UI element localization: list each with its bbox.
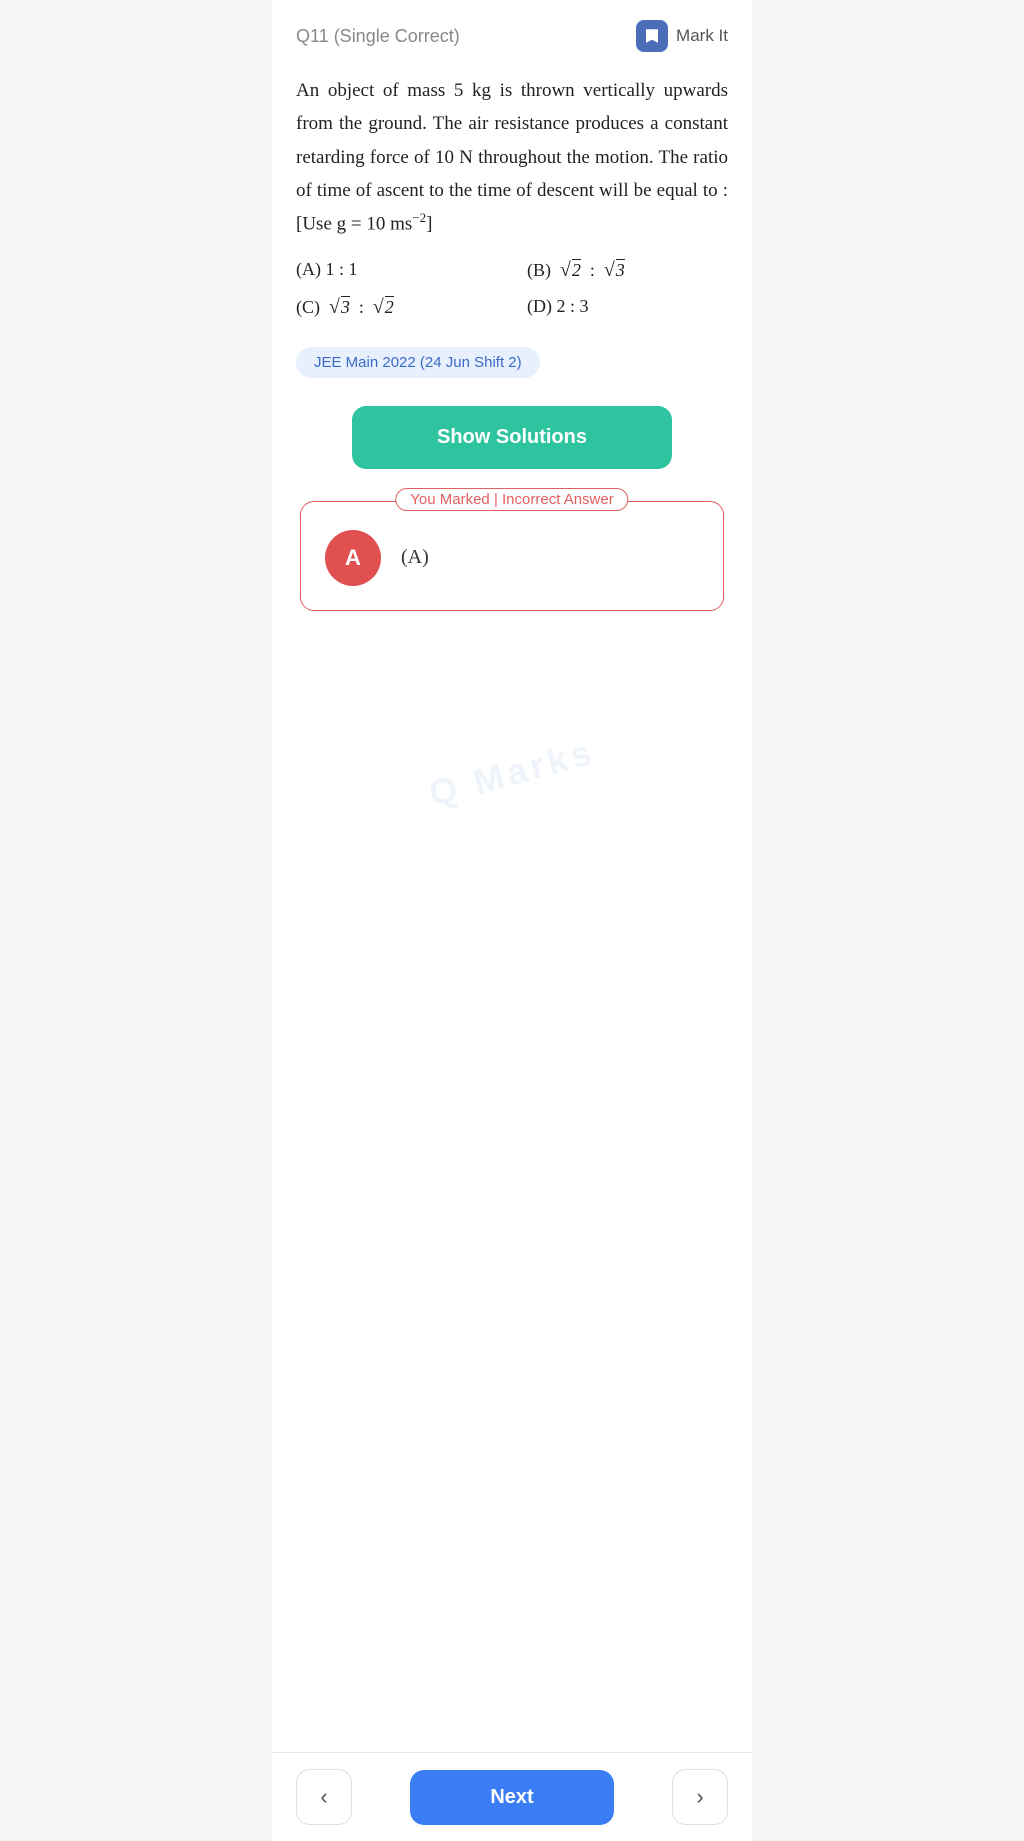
- question-header: Q11 (Single Correct) Mark It: [296, 20, 728, 52]
- option-b-math1: √2: [560, 259, 581, 282]
- bottom-nav: ‹ Next ›: [272, 1752, 752, 1841]
- option-d: (D) 2 : 3: [527, 296, 728, 319]
- prev-button[interactable]: ‹: [296, 1769, 352, 1825]
- marked-section: You Marked | Incorrect Answer A (A): [300, 501, 724, 611]
- option-c-label: (C) √3 : √2: [296, 297, 394, 317]
- option-a: (A) 1 : 1: [296, 259, 497, 282]
- exam-tag: JEE Main 2022 (24 Jun Shift 2): [296, 347, 728, 406]
- mark-it-button[interactable]: Mark It: [636, 20, 728, 52]
- next-icon: ›: [696, 1784, 703, 1810]
- next-arrow-button[interactable]: ›: [672, 1769, 728, 1825]
- next-button[interactable]: Next: [410, 1770, 613, 1825]
- option-c-math2: √2: [373, 296, 394, 319]
- option-c: (C) √3 : √2: [296, 296, 497, 319]
- question-label: Q11 (Single Correct): [296, 26, 460, 47]
- option-c-math1: √3: [329, 296, 350, 319]
- option-d-label: (D) 2 : 3: [527, 296, 589, 316]
- bookmark-icon: [636, 20, 668, 52]
- show-solutions-button[interactable]: Show Solutions: [352, 406, 672, 469]
- mark-it-label: Mark It: [676, 26, 728, 46]
- option-b-label: (B) √2 : √3: [527, 260, 625, 280]
- prev-icon: ‹: [320, 1784, 327, 1810]
- question-area: Q11 (Single Correct) Mark It An object o…: [272, 0, 752, 1752]
- marked-answer: (A): [401, 546, 429, 569]
- option-b: (B) √2 : √3: [527, 259, 728, 282]
- option-a-label: (A) 1 : 1: [296, 259, 358, 279]
- options-grid: (A) 1 : 1 (B) √2 : √3 (C) √3: [296, 259, 728, 319]
- question-text: An object of mass 5 kg is thrown vertica…: [296, 74, 728, 241]
- spacer: [296, 639, 728, 719]
- marked-content: A (A): [325, 530, 699, 586]
- bookmark-svg: [643, 27, 661, 45]
- marked-label: You Marked | Incorrect Answer: [395, 488, 628, 511]
- option-b-math2: √3: [604, 259, 625, 282]
- exam-tag-text: JEE Main 2022 (24 Jun Shift 2): [296, 347, 540, 378]
- marked-badge: A: [325, 530, 381, 586]
